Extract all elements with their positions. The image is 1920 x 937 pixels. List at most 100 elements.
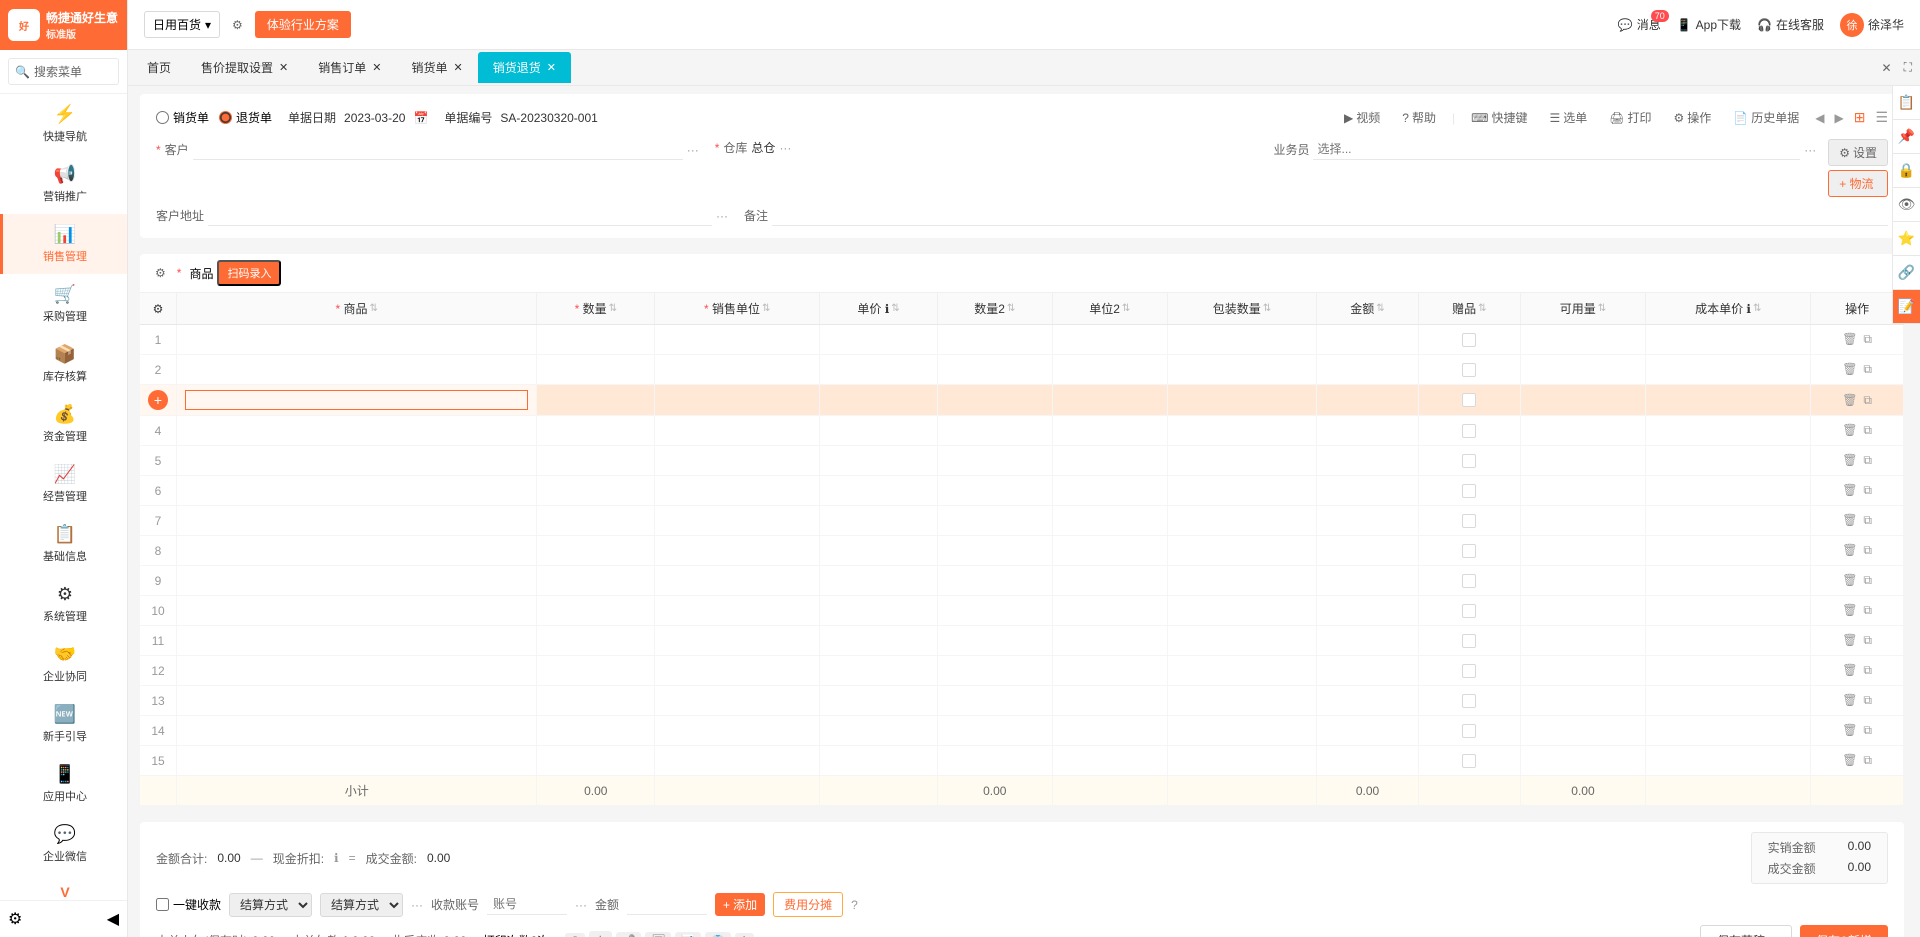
unit2-cell[interactable] — [1052, 355, 1167, 385]
delete-row-icon[interactable]: 🗑 — [1842, 483, 1857, 498]
sidebar-item-newbie[interactable]: 🆕 新手引导 — [0, 694, 127, 754]
pkg-qty-cell[interactable] — [1167, 325, 1316, 355]
qty-cell[interactable] — [537, 355, 655, 385]
tab-sales[interactable]: 销货单 ✕ — [396, 52, 477, 83]
help-btn[interactable]: ? 帮助 — [1396, 106, 1442, 129]
print-tool-shirt[interactable]: 👕 — [705, 932, 731, 937]
copy-row-icon[interactable]: ⧉ — [1863, 693, 1872, 708]
settle-method-select[interactable]: 结算方式 — [229, 893, 312, 917]
gift-checkbox[interactable] — [1462, 754, 1476, 768]
copy-row-icon[interactable]: ⧉ — [1863, 483, 1872, 498]
shortcut-btn[interactable]: ⌨ 快捷键 — [1465, 106, 1533, 129]
qty2-cell[interactable] — [937, 355, 1052, 385]
radio-sales-input[interactable] — [156, 111, 169, 124]
list-view-icon[interactable]: ☰ — [1875, 109, 1888, 126]
radio-sales[interactable]: 销货单 — [156, 109, 209, 126]
unit-price-cell[interactable] — [820, 325, 937, 355]
available-cell[interactable] — [1520, 355, 1646, 385]
copy-row-icon[interactable]: ⧉ — [1863, 723, 1872, 738]
gift-checkbox[interactable] — [1462, 544, 1476, 558]
right-panel-btn-2[interactable]: 📌 — [1893, 120, 1920, 154]
cost-price-cell[interactable] — [1646, 355, 1811, 385]
print-tool-chart[interactable]: 📊 — [675, 932, 701, 937]
online-service-button[interactable]: 🎧 在线客服 — [1757, 16, 1824, 33]
radio-return[interactable]: 退货单 — [219, 109, 272, 126]
tab-close-icon[interactable]: ✕ — [372, 61, 381, 74]
salesperson-select-icon[interactable]: ··· — [1804, 143, 1816, 157]
copy-row-icon[interactable]: ⧉ — [1863, 453, 1872, 468]
tab-price-setup[interactable]: 售价提取设置 ✕ — [186, 52, 303, 83]
add-payment-button[interactable]: + 添加 — [715, 893, 765, 916]
maximize-button[interactable]: ⛶ — [1900, 56, 1916, 79]
sidebar-item-app-center[interactable]: 📱 应用中心 — [0, 754, 127, 814]
delete-row-icon[interactable]: 🗑 — [1842, 362, 1857, 377]
video-btn[interactable]: ▶ 视频 — [1338, 106, 1386, 129]
delete-row-icon[interactable]: 🗑 — [1842, 332, 1857, 347]
sales-unit-cell[interactable] — [655, 325, 820, 355]
qty2-cell[interactable] — [937, 325, 1052, 355]
gift-checkbox[interactable] — [1462, 694, 1476, 708]
operate-btn[interactable]: ⚙ 操作 — [1667, 106, 1717, 129]
radio-return-input[interactable] — [219, 111, 232, 124]
save-draft-button[interactable]: 保存草稿 ▾ — [1700, 925, 1792, 937]
delete-row-icon[interactable]: 🗑 — [1842, 573, 1857, 588]
fee-help-icon[interactable]: ? — [851, 898, 858, 912]
salesperson-input[interactable] — [1313, 139, 1800, 160]
one-key-collection-checkbox[interactable] — [156, 898, 169, 911]
amount-cell[interactable] — [1317, 355, 1419, 385]
gift-checkbox[interactable] — [1462, 634, 1476, 648]
sales-unit-cell[interactable] — [655, 355, 820, 385]
sidebar-item-wechat[interactable]: 💬 企业微信 — [0, 814, 127, 874]
unit2-cell[interactable] — [1052, 385, 1167, 416]
warehouse-select-icon[interactable]: ··· — [779, 141, 791, 155]
fee-split-button[interactable]: 费用分摊 — [773, 892, 843, 917]
pkg-qty-cell[interactable] — [1167, 385, 1316, 416]
qty-cell[interactable] — [537, 385, 655, 416]
amount-cell[interactable] — [1317, 385, 1419, 416]
sales-unit-cell[interactable] — [655, 385, 820, 416]
right-panel-btn-6[interactable]: 🔗 — [1893, 256, 1920, 290]
right-panel-btn-3[interactable]: 🔒 — [1893, 154, 1920, 188]
add-row-button[interactable]: + — [148, 390, 168, 410]
gift-checkbox[interactable] — [1462, 514, 1476, 528]
delete-row-icon[interactable]: 🗑 — [1842, 633, 1857, 648]
gift-checkbox[interactable] — [1462, 574, 1476, 588]
print-btn[interactable]: 🖨 打印 — [1603, 106, 1657, 129]
setup-button[interactable]: ⚙ 设置 — [1828, 139, 1888, 166]
app-download-button[interactable]: 📱 App下载 — [1677, 16, 1741, 33]
unit-price-cell[interactable] — [820, 355, 937, 385]
copy-row-icon[interactable]: ⧉ — [1863, 633, 1872, 648]
right-panel-btn-4[interactable]: 👁 — [1893, 188, 1920, 222]
delete-row-icon[interactable]: 🗑 — [1842, 723, 1857, 738]
unit-price-cell[interactable] — [820, 385, 937, 416]
gift-checkbox[interactable] — [1462, 363, 1476, 377]
gift-checkbox[interactable] — [1462, 664, 1476, 678]
address-select-icon[interactable]: ··· — [716, 209, 728, 223]
copy-row-icon[interactable]: ⧉ — [1863, 573, 1872, 588]
gift-checkbox[interactable] — [1462, 393, 1476, 407]
delete-row-icon[interactable]: 🗑 — [1842, 753, 1857, 768]
qty2-cell[interactable] — [937, 385, 1052, 416]
user-menu-button[interactable]: 徐 徐泽华 — [1840, 13, 1904, 37]
unit2-cell[interactable] — [1052, 325, 1167, 355]
one-key-collection-label[interactable]: 一键收款 — [156, 896, 221, 913]
print-tool-zh[interactable]: 中 — [589, 931, 612, 937]
account-input[interactable] — [487, 894, 567, 915]
copy-row-icon[interactable]: ⧉ — [1863, 362, 1872, 377]
stat-2-help[interactable]: ℹ — [343, 934, 348, 937]
gift-checkbox[interactable] — [1462, 604, 1476, 618]
copy-row-icon[interactable]: ⧉ — [1863, 513, 1872, 528]
tab-home[interactable]: 首页 — [132, 52, 186, 83]
delete-row-icon[interactable]: 🗑 — [1842, 513, 1857, 528]
copy-row-icon[interactable]: ⧉ — [1863, 393, 1872, 408]
sidebar-item-inventory[interactable]: 📦 库存核算 — [0, 334, 127, 394]
collapse-icon[interactable]: ◀ — [107, 909, 119, 929]
copy-row-icon[interactable]: ⧉ — [1863, 423, 1872, 438]
gift-checkbox[interactable] — [1462, 484, 1476, 498]
sidebar-item-marketing[interactable]: 📢 营销推广 — [0, 154, 127, 214]
save-new-button[interactable]: 保存&新增 — [1800, 925, 1888, 937]
available-cell[interactable] — [1520, 325, 1646, 355]
settings-icon[interactable]: ⚙ — [8, 909, 22, 929]
search-menu-button[interactable]: 🔍 搜索菜单 — [8, 58, 119, 85]
copy-row-icon[interactable]: ⧉ — [1863, 753, 1872, 768]
